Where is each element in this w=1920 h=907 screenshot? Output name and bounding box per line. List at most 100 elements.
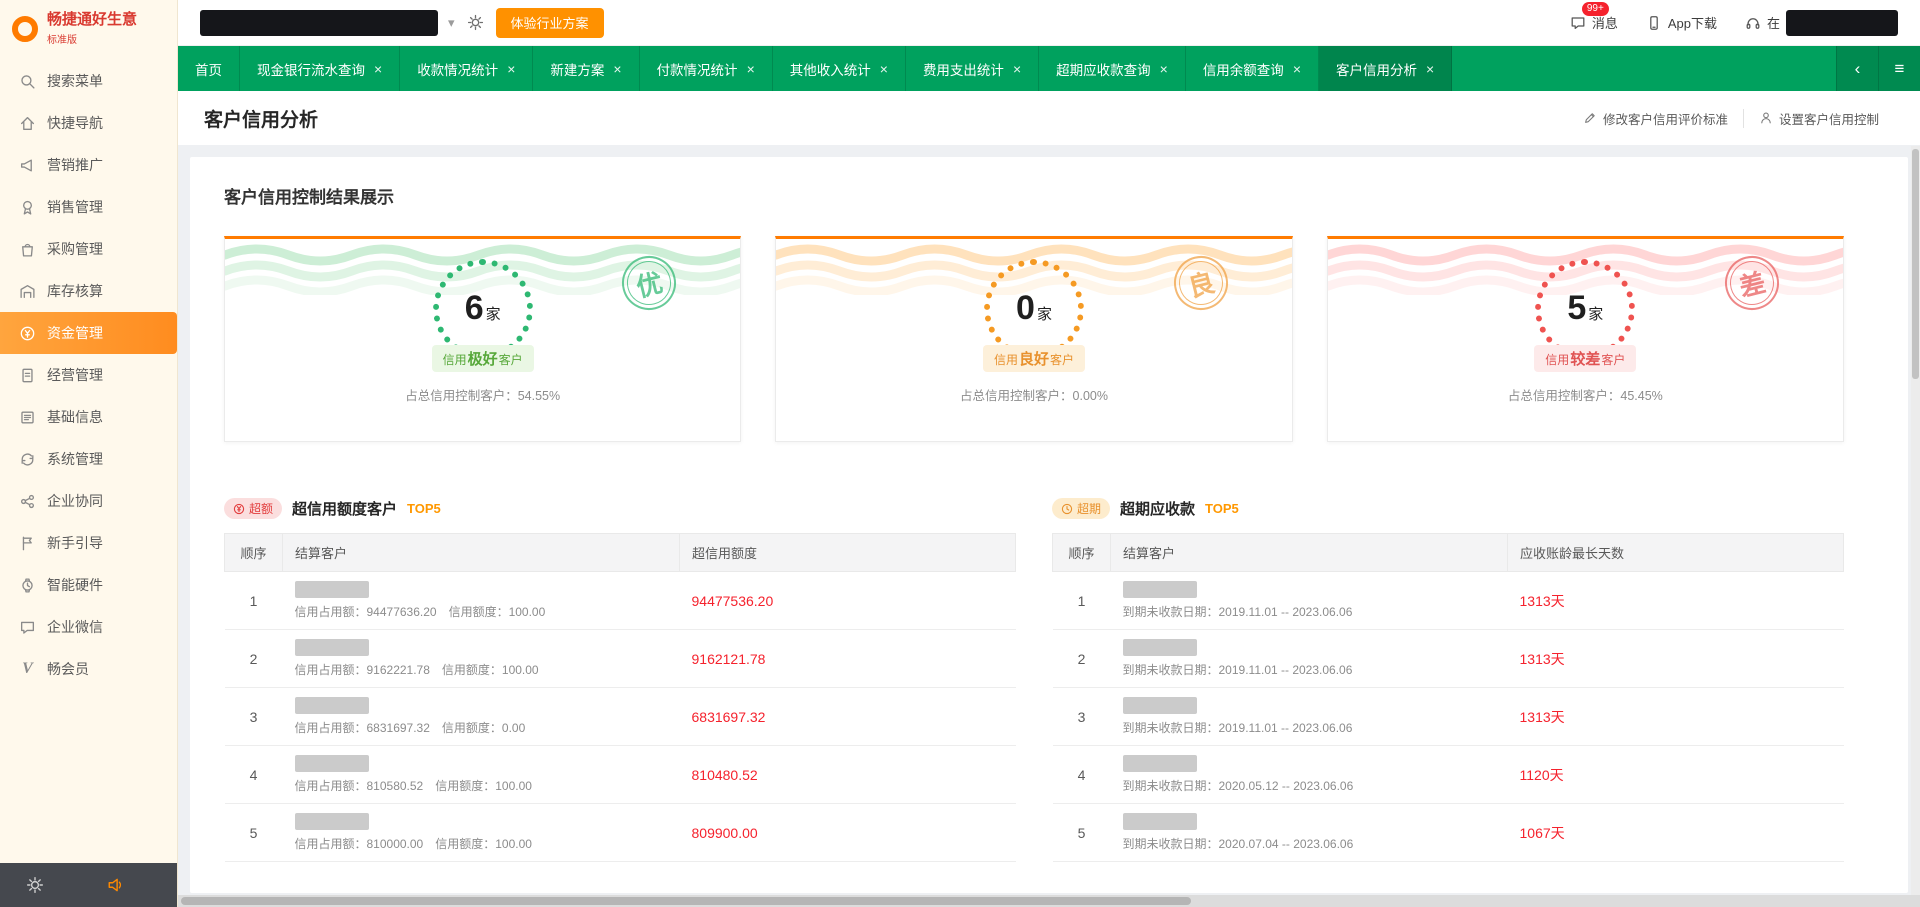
table-row[interactable]: 1 到期未收款日期：2019.11.01 -- 2023.06.06 1313天 [1052,571,1844,630]
tab-label: 客户信用分析 [1336,62,1417,78]
ratio-text: 占总信用控制客户：54.55% [405,385,560,404]
sidebar-item-member[interactable]: V 畅会员 [0,648,177,690]
table-row[interactable]: 4 信用占用额：810580.52 信用额度：100.00 810480.52 [224,745,1016,804]
set-credit-control-link[interactable]: 设置客户信用控制 [1742,108,1894,128]
tab-close-icon[interactable]: × [1293,61,1301,77]
sidebar-item-basic-info[interactable]: 基础信息 [0,396,177,438]
row-index: 2 [1052,629,1111,688]
row-index: 5 [1052,803,1111,862]
tab-close-icon[interactable]: × [747,61,755,77]
dotted-gauge-ring: 6家 [432,259,533,359]
table-row[interactable]: 3 信用占用额：6831697.32 信用额度：0.00 6831697.32 [224,687,1016,746]
sidebar-item-guide[interactable]: 新手引导 [0,522,177,564]
customer-cell: 到期未收款日期：2020.07.04 -- 2023.06.06 [1110,803,1508,862]
customer-detail: 到期未收款日期：2019.11.01 -- 2023.06.06 [1122,721,1353,735]
badge-prefix: 信用 [442,353,467,367]
tab-credit-balance-query[interactable]: 信用余额查询 × [1186,46,1319,91]
sidebar-item-operations[interactable]: 经营管理 [0,354,177,396]
vertical-scrollbar[interactable] [1911,146,1920,895]
over-credit-table-header: 超额 超信用额度客户 TOP5 [224,498,1016,519]
tab-scroll-left-icon[interactable]: ‹ [1836,46,1878,91]
app-download-button[interactable]: App下载 [1646,13,1717,32]
tab-customer-credit-analysis[interactable]: 客户信用分析 × [1319,46,1453,91]
tab-cash-bank-flow[interactable]: 现金银行流水查询 × [240,46,401,91]
page-header: 客户信用分析 修改客户信用评价标准 设置客户信用控制 [178,91,1920,145]
row-value: 809900.00 [679,803,1016,862]
tab-home[interactable]: 首页 [178,46,240,91]
tab-controls: ‹ ≡ [1836,46,1920,91]
online-service-button[interactable]: 在 [1745,9,1898,36]
tab-close-icon[interactable]: × [1426,61,1434,77]
shopping-bag-icon [22,243,33,257]
over-limit-badge: 超额 [224,498,283,519]
modify-credit-standard-link[interactable]: 修改客户信用评价标准 [1568,109,1743,128]
sidebar-item-marketing[interactable]: 营销推广 [0,144,177,186]
customer-cell: 信用占用额：9162221.78 信用额度：100.00 [282,629,680,688]
customer-count: 0 [1016,289,1035,327]
table-row[interactable]: 2 信用占用额：9162221.78 信用额度：100.00 9162121.7… [224,629,1016,688]
overdue-receivable-data-table: 顺序 结算客户 应收账龄最长天数 1 到期未收款日期：2019.11.01 --… [1052,533,1844,862]
table-title: 超期应收款 [1120,501,1196,518]
table-row[interactable]: 2 到期未收款日期：2019.11.01 -- 2023.06.06 1313天 [1052,629,1844,688]
tab-overdue-receivable-query[interactable]: 超期应收款查询 × [1039,46,1186,91]
tab-close-icon[interactable]: × [1013,61,1021,77]
row-index: 2 [224,629,283,688]
customer-name-redacted [294,639,369,656]
customer-detail: 到期未收款日期：2019.11.01 -- 2023.06.06 [1122,605,1353,619]
edition-label: 标准版 [47,34,77,46]
table-row[interactable]: 5 信用占用额：810000.00 信用额度：100.00 809900.00 [224,803,1016,862]
tab-expense-stats[interactable]: 费用支出统计 × [906,46,1040,91]
sidebar: 畅捷通好生意 标准版 搜索菜单 快捷导航 营销推广 销售管理 采购管理 库存核算… [0,0,178,907]
sidebar-item-purchase[interactable]: 采购管理 [0,228,177,270]
person-gear-icon [1761,112,1771,124]
document-icon [22,368,33,382]
sidebar-item-inventory[interactable]: 库存核算 [0,270,177,312]
ratio-label: 占总信用控制客户： [405,389,518,403]
megaphone-icon [20,159,32,171]
page-title: 客户信用分析 [204,109,319,131]
clock-icon [1061,503,1073,514]
sidebar-item-system[interactable]: 系统管理 [0,438,177,480]
row-value: 94477536.20 [679,571,1016,630]
speaker-icon[interactable] [107,876,125,894]
company-selector[interactable]: ▾ [200,9,455,36]
horizontal-scrollbar[interactable] [178,895,1920,907]
vertical-scrollbar-thumb[interactable] [1912,149,1919,379]
try-industry-plan-button[interactable]: 体验行业方案 [495,7,604,38]
tab-close-icon[interactable]: × [1160,61,1168,77]
customer-cell: 信用占用额：6831697.32 信用额度：0.00 [282,687,680,746]
tab-new-plan[interactable]: 新建方案 × [533,46,640,91]
tab-close-icon[interactable]: × [613,61,621,77]
tab-receipt-stats[interactable]: 收款情况统计 × [400,46,534,91]
horizontal-scrollbar-thumb[interactable] [181,897,1192,905]
sidebar-item-funds[interactable]: 资金管理 [0,312,177,354]
user-account-redacted [1786,9,1898,36]
sidebar-item-quick-nav[interactable]: 快捷导航 [0,102,177,144]
over-credit-data-table: 顺序 结算客户 超信用额度 1 信用占用额：94477636.20 信用额度：1… [224,533,1016,862]
col-header-value: 应收账龄最长天数 [1507,533,1844,572]
sidebar-item-sales[interactable]: 销售管理 [0,186,177,228]
tab-close-icon[interactable]: × [507,61,515,77]
tab-label: 其他收入统计 [789,62,871,78]
sidebar-item-label: 企业微信 [47,619,103,635]
customer-cell: 到期未收款日期：2019.11.01 -- 2023.06.06 [1110,571,1508,630]
table-row[interactable]: 3 到期未收款日期：2019.11.01 -- 2023.06.06 1313天 [1052,687,1844,746]
sidebar-item-search-menu[interactable]: 搜索菜单 [0,60,177,102]
gear-icon[interactable] [26,876,44,894]
main-area: ▾ 体验行业方案 99+ 消息 App下载 在 首页 现金银行流水查询 × 收款… [178,0,1920,907]
tab-close-icon[interactable]: × [374,61,382,77]
settings-gear-icon[interactable] [467,14,484,31]
tab-close-icon[interactable]: × [880,61,888,77]
tab-other-income-stats[interactable]: 其他收入统计 × [773,46,906,91]
messages-button[interactable]: 99+ 消息 [1570,2,1618,32]
table-row[interactable]: 1 信用占用额：94477636.20 信用额度：100.00 94477536… [224,571,1016,630]
customer-detail: 信用占用额：810580.52 信用额度：100.00 [294,779,532,793]
sidebar-item-wechat[interactable]: 企业微信 [0,606,177,648]
tab-list-menu-icon[interactable]: ≡ [1878,46,1920,91]
table-row[interactable]: 5 到期未收款日期：2020.07.04 -- 2023.06.06 1067天 [1052,803,1844,862]
tab-label: 收款情况统计 [417,62,499,78]
sidebar-item-collaboration[interactable]: 企业协同 [0,480,177,522]
table-row[interactable]: 4 到期未收款日期：2020.05.12 -- 2023.06.06 1120天 [1052,745,1844,804]
sidebar-item-hardware[interactable]: 智能硬件 [0,564,177,606]
tab-payment-stats[interactable]: 付款情况统计 × [640,46,773,91]
